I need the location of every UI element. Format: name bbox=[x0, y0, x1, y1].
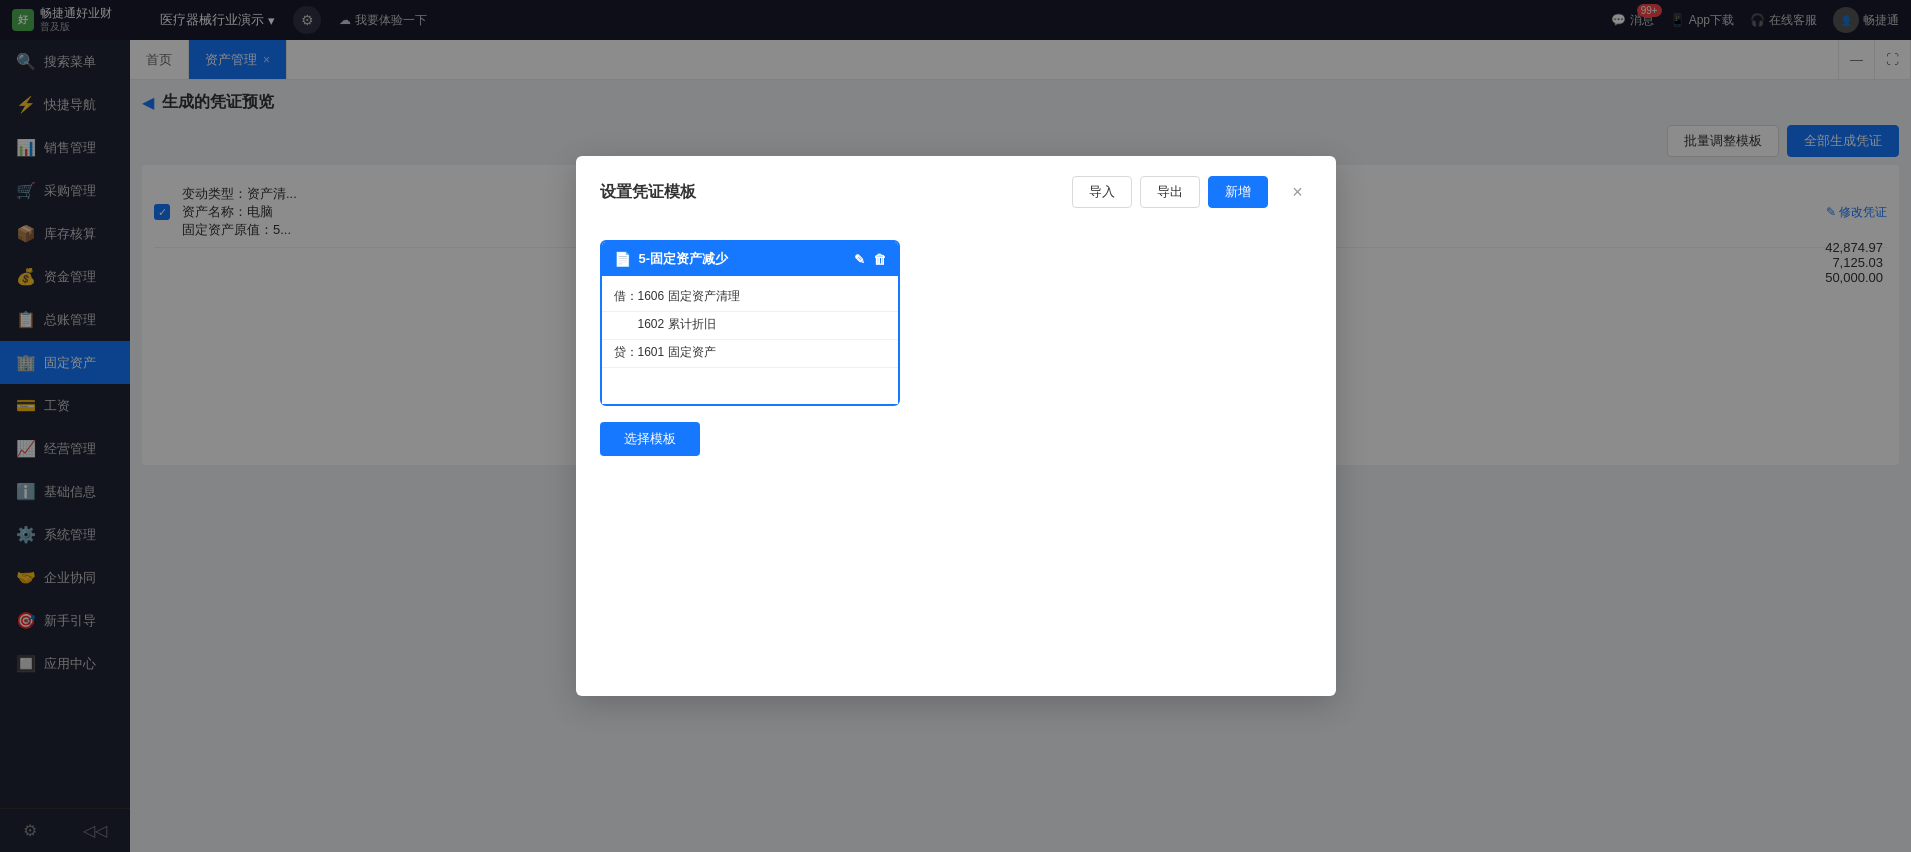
template-entry-2: 1602 累计折旧 bbox=[602, 312, 898, 340]
entry-debit bbox=[794, 288, 840, 307]
select-template-btn-row: 选择模板 bbox=[600, 422, 1312, 456]
entry-type: 借：1606 固定资产清理 bbox=[614, 288, 794, 307]
template-card: 📄 5-固定资产减少 ✎ 🗑 借：1606 固定资产清理 1602 累计折旧 bbox=[600, 240, 900, 406]
template-entry-3: 贷：1601 固定资产 bbox=[602, 340, 898, 368]
entry-empty bbox=[614, 372, 794, 392]
entry-type: 1602 累计折旧 bbox=[614, 316, 794, 335]
entry-debit bbox=[794, 344, 840, 363]
template-card-body: 借：1606 固定资产清理 1602 累计折旧 贷：1601 固定资产 bbox=[602, 276, 898, 404]
import-btn[interactable]: 导入 bbox=[1072, 176, 1132, 208]
template-entry-4 bbox=[602, 368, 898, 396]
set-template-modal: 设置凭证模板 导入 导出 新增 × 📄 5-固定资产减少 ✎ 🗑 bbox=[576, 156, 1336, 696]
edit-template-btn[interactable]: ✎ bbox=[854, 252, 865, 267]
modal-body: 📄 5-固定资产减少 ✎ 🗑 借：1606 固定资产清理 1602 累计折旧 bbox=[576, 224, 1336, 696]
select-template-btn[interactable]: 选择模板 bbox=[600, 422, 700, 456]
modal-overlay: 设置凭证模板 导入 导出 新增 × 📄 5-固定资产减少 ✎ 🗑 bbox=[0, 0, 1911, 852]
template-card-label: 5-固定资产减少 bbox=[639, 250, 729, 268]
template-card-icon: 📄 bbox=[614, 251, 631, 267]
delete-template-btn[interactable]: 🗑 bbox=[873, 252, 886, 267]
modal-header: 设置凭证模板 导入 导出 新增 × bbox=[576, 156, 1336, 224]
template-card-header: 📄 5-固定资产减少 ✎ 🗑 bbox=[602, 242, 898, 276]
entry-credit bbox=[840, 288, 886, 307]
template-card-actions: ✎ 🗑 bbox=[854, 252, 886, 267]
entry-type: 贷：1601 固定资产 bbox=[614, 344, 794, 363]
entry-credit bbox=[840, 372, 886, 392]
entry-debit bbox=[794, 372, 840, 392]
entry-credit bbox=[840, 344, 886, 363]
export-btn[interactable]: 导出 bbox=[1140, 176, 1200, 208]
entry-debit bbox=[794, 316, 840, 335]
new-btn[interactable]: 新增 bbox=[1208, 176, 1268, 208]
modal-header-btns: 导入 导出 新增 × bbox=[1072, 176, 1312, 208]
template-entry-1: 借：1606 固定资产清理 bbox=[602, 284, 898, 312]
entry-credit bbox=[840, 316, 886, 335]
modal-title: 设置凭证模板 bbox=[600, 182, 696, 203]
modal-close-btn[interactable]: × bbox=[1284, 178, 1312, 206]
